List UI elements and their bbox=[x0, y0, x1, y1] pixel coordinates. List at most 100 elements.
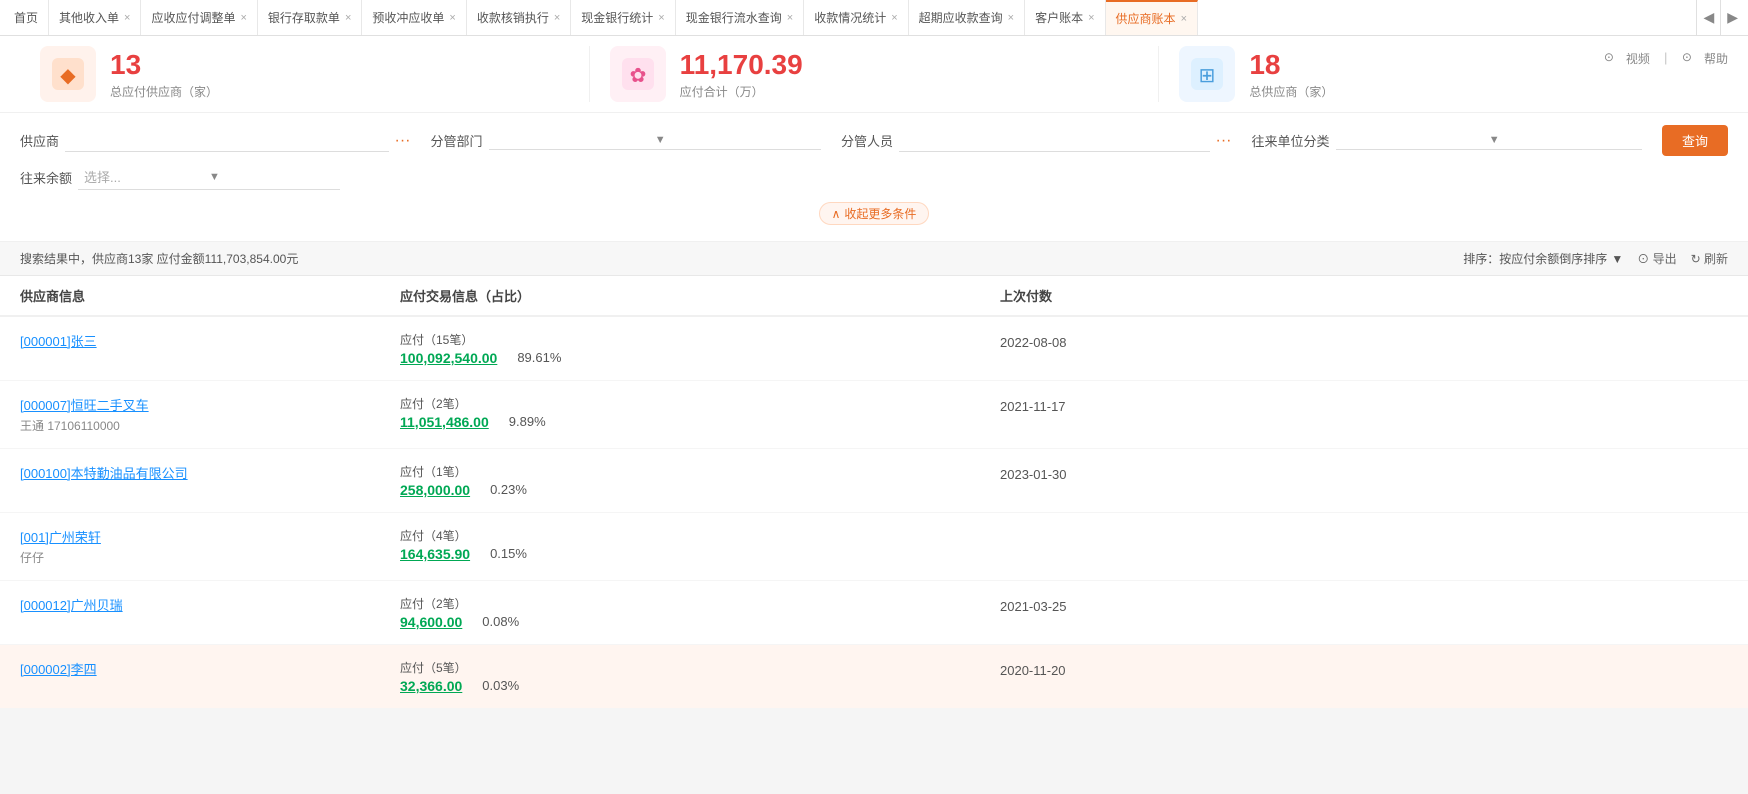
dept-label: 分管部门 bbox=[431, 131, 483, 150]
person-input[interactable] bbox=[899, 130, 1210, 152]
filter-area: 供应商 ··· 分管部门 ▼ 分管人员 ··· 往来单位分类 ▼ 查询 bbox=[0, 113, 1748, 242]
video-link[interactable]: 视频 bbox=[1626, 50, 1650, 67]
trans-amount-link[interactable]: 94,600.00 bbox=[400, 614, 462, 630]
filter-dept: 分管部门 ▼ bbox=[431, 131, 822, 150]
trans-amount-link[interactable]: 100,092,540.00 bbox=[400, 350, 497, 366]
trans-amount-link[interactable]: 11,051,486.00 bbox=[400, 414, 489, 430]
close-tab-tab5[interactable]: × bbox=[554, 12, 560, 24]
supplier-name-link[interactable]: [000012]广州贝瑞 bbox=[20, 595, 400, 614]
nav-tab-tab4[interactable]: 预收冲应收单× bbox=[362, 0, 466, 36]
supplier-input[interactable] bbox=[65, 130, 389, 152]
supplier-name-link[interactable]: [000001]张三 bbox=[20, 331, 400, 350]
sort-arrow-icon: ▼ bbox=[1611, 252, 1623, 266]
payable-suppliers-icon: ◆ bbox=[40, 46, 96, 102]
top-navigation: 首页其他收入单×应收应付调整单×银行存取款单×预收冲应收单×收款核销执行×现金银… bbox=[0, 0, 1748, 36]
result-actions: 排序：按应付余额倒序排序 ▼ ⊙ 导出 ↻ 刷新 bbox=[1463, 250, 1728, 267]
person-dots[interactable]: ··· bbox=[1216, 132, 1232, 150]
trans-amount-link[interactable]: 32,366.00 bbox=[400, 678, 462, 694]
close-tab-tab1[interactable]: × bbox=[124, 12, 130, 24]
table-row[interactable]: [000001]张三应付（15笔）100,092,540.0089.61%202… bbox=[0, 317, 1748, 381]
summary-item-payable-suppliers: ◆13总应付供应商（家） bbox=[20, 46, 590, 102]
nav-tab-tab2[interactable]: 应收应付调整单× bbox=[141, 0, 257, 36]
nav-next-arrow[interactable]: ▶ bbox=[1720, 0, 1744, 36]
balance-select[interactable]: 选择... ▼ bbox=[78, 164, 340, 190]
trans-type: 应付（1笔） bbox=[400, 463, 1000, 480]
export-button[interactable]: ⊙ 导出 bbox=[1637, 250, 1676, 267]
nav-tab-tab11[interactable]: 供应商账本× bbox=[1106, 0, 1198, 36]
sort-select[interactable]: 排序：按应付余额倒序排序 ▼ bbox=[1463, 250, 1623, 267]
close-tab-tab3[interactable]: × bbox=[345, 12, 351, 24]
export-label: 导出 bbox=[1653, 252, 1677, 266]
filter-category: 往来单位分类 ▼ bbox=[1252, 131, 1643, 150]
supplier-info-4: [000012]广州贝瑞 bbox=[20, 595, 400, 614]
nav-tab-tab9[interactable]: 超期应收款查询× bbox=[909, 0, 1025, 36]
trans-percent: 89.61% bbox=[517, 350, 561, 365]
dept-select[interactable]: ▼ bbox=[489, 131, 821, 150]
nav-tab-tab1[interactable]: 其他收入单× bbox=[49, 0, 141, 36]
nav-tab-tab3[interactable]: 银行存取款单× bbox=[258, 0, 362, 36]
last-payment-date: 2020-11-20 bbox=[1000, 659, 1728, 678]
close-tab-tab4[interactable]: × bbox=[449, 12, 455, 24]
close-tab-tab11[interactable]: × bbox=[1181, 13, 1187, 25]
nav-tab-tab6[interactable]: 现金银行统计× bbox=[571, 0, 675, 36]
payable-total-label: 应付合计（万） bbox=[680, 83, 803, 100]
table-row[interactable]: [000012]广州贝瑞应付（2笔） 94,600.00 0.08% 2021-03-… bbox=[0, 581, 1748, 645]
trans-amount-row: 258,000.000.23% bbox=[400, 480, 1000, 498]
trans-type: 应付（15笔） bbox=[400, 331, 1000, 348]
close-tab-tab8[interactable]: × bbox=[891, 12, 897, 24]
payable-total-icon: ✿ bbox=[610, 46, 666, 102]
transaction-info-4: 应付（2笔） 94,600.00 0.08% bbox=[400, 595, 1000, 630]
supplier-name-link[interactable]: [001]广州荣轩 bbox=[20, 527, 400, 546]
nav-tab-tab5[interactable]: 收款核销执行× bbox=[467, 0, 571, 36]
video-icon: ⊙ bbox=[1604, 50, 1614, 67]
trans-percent: 9.89% bbox=[509, 414, 546, 429]
close-tab-tab7[interactable]: × bbox=[787, 12, 793, 24]
supplier-dots[interactable]: ··· bbox=[395, 132, 411, 150]
table-row[interactable]: [000100]本特勤油品有限公司应付（1笔）258,000.000.23%20… bbox=[0, 449, 1748, 513]
table-row[interactable]: [000002]李四应付（5笔）32,366.000.03%2020-11-20 bbox=[0, 645, 1748, 709]
supplier-info-5: [000002]李四 bbox=[20, 659, 400, 678]
dept-arrow-icon: ▼ bbox=[655, 134, 815, 146]
close-tab-tab9[interactable]: × bbox=[1008, 12, 1014, 24]
query-button[interactable]: 查询 bbox=[1662, 125, 1728, 156]
transaction-info-2: 应付（1笔）258,000.000.23% bbox=[400, 463, 1000, 498]
nav-tab-tab8[interactable]: 收款情况统计× bbox=[804, 0, 908, 36]
balance-placeholder: 选择... bbox=[84, 167, 209, 186]
table-row[interactable]: [001]广州荣轩仔仔应付（4笔）164,635.900.15% bbox=[0, 513, 1748, 581]
supplier-sub-info: 王通 17106110000 bbox=[20, 417, 400, 434]
export-icon: ⊙ bbox=[1637, 252, 1649, 266]
nav-tab-tab10[interactable]: 客户账本× bbox=[1025, 0, 1105, 36]
trans-amount-link[interactable]: 258,000.00 bbox=[400, 482, 470, 498]
balance-label: 往来余额 bbox=[20, 168, 72, 187]
trans-amount-row: 94,600.00 0.08% bbox=[400, 612, 1000, 630]
trans-amount-link[interactable]: 164,635.90 bbox=[400, 546, 470, 562]
nav-tab-home[interactable]: 首页 bbox=[4, 0, 49, 36]
header-supplier: 供应商信息 bbox=[20, 286, 400, 305]
trans-type: 应付（2笔） bbox=[400, 595, 1000, 612]
table-rows: [000001]张三应付（15笔） 100,092,540.00 89.61% 202… bbox=[0, 317, 1748, 709]
supplier-name-link[interactable]: [000002]李四 bbox=[20, 659, 400, 678]
supplier-name-link[interactable]: [000100]本特勤油品有限公司 bbox=[20, 463, 400, 482]
close-tab-tab10[interactable]: × bbox=[1088, 12, 1094, 24]
trans-amount-row: 11,051,486.00 9.89% bbox=[400, 412, 1000, 430]
chevron-up-icon: ∧ bbox=[832, 207, 841, 221]
collapse-button[interactable]: ∧ 收起更多条件 bbox=[819, 202, 930, 225]
nav-prev-arrow[interactable]: ◀ bbox=[1696, 0, 1720, 36]
filter-row-2: 往来余额 选择... ▼ bbox=[20, 164, 340, 190]
result-bar: 搜索结果中，供应商13家 应付金额111,703,854.00元 排序：按应付余… bbox=[0, 242, 1748, 276]
close-tab-tab2[interactable]: × bbox=[240, 12, 246, 24]
trans-percent: 0.08% bbox=[482, 614, 519, 629]
supplier-info-1: [000007]恒旺二手叉车王通 17106110000 bbox=[20, 395, 400, 434]
nav-tab-tab7[interactable]: 现金银行流水查询× bbox=[676, 0, 804, 36]
header-transaction: 应付交易信息（占比） bbox=[400, 286, 1000, 305]
sort-label: 排序：按应付余额倒序排序 bbox=[1463, 250, 1607, 267]
supplier-name-link[interactable]: [000007]恒旺二手叉车 bbox=[20, 395, 400, 414]
person-label: 分管人员 bbox=[841, 131, 893, 150]
table-row[interactable]: [000007]恒旺二手叉车王通 17106110000应付（2笔）11,051… bbox=[0, 381, 1748, 449]
last-payment-date: 2021-03-25 bbox=[1000, 595, 1728, 614]
supplier-sub-info: 仔仔 bbox=[20, 549, 400, 566]
help-link[interactable]: 帮助 bbox=[1704, 50, 1728, 67]
close-tab-tab6[interactable]: × bbox=[658, 12, 664, 24]
refresh-button[interactable]: ↻ 刷新 bbox=[1691, 250, 1728, 267]
category-select[interactable]: ▼ bbox=[1336, 131, 1642, 150]
